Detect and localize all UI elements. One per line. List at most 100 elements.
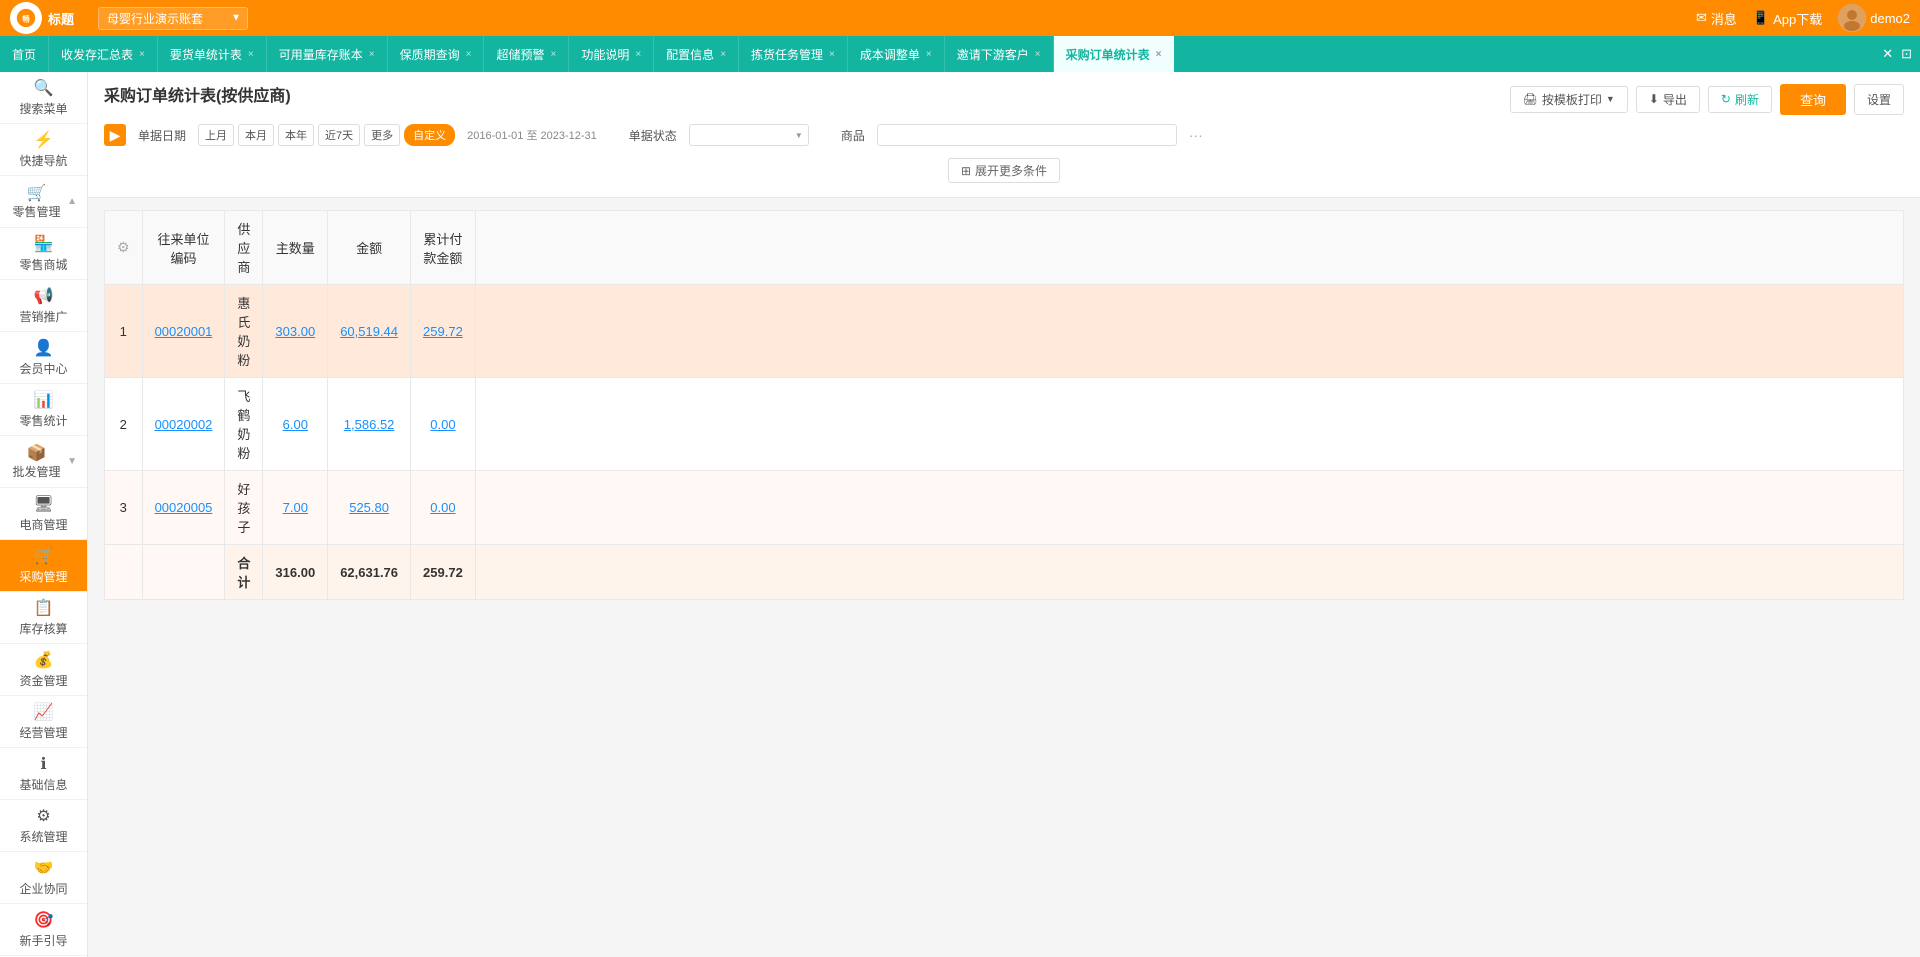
row-paid[interactable]: 259.72 bbox=[411, 285, 476, 378]
sidebar-item-system[interactable]: ⚙ 系统管理 bbox=[0, 800, 87, 852]
nav-expand-icon[interactable]: ⊡ bbox=[1901, 46, 1912, 62]
settings-button[interactable]: 设置 bbox=[1854, 84, 1904, 115]
col-header-settings: ⚙ bbox=[105, 211, 143, 285]
shortcut-7days[interactable]: 近7天 bbox=[318, 124, 360, 146]
chevron-up-icon: ▲ bbox=[67, 196, 77, 207]
svg-text:畅: 畅 bbox=[22, 15, 30, 24]
sidebar-wholesale-label: 批发管理 bbox=[13, 465, 61, 481]
sidebar-item-marketing[interactable]: 📢 营销推广 bbox=[0, 280, 87, 332]
row-supplier: 惠氏奶粉 bbox=[225, 285, 263, 378]
sidebar-item-guide[interactable]: 🎯 新手引导 bbox=[0, 904, 87, 956]
sidebar-item-shortcut[interactable]: ⚡ 快捷导航 bbox=[0, 124, 87, 176]
close-icon[interactable]: × bbox=[1156, 49, 1162, 60]
tab-invite-customer[interactable]: 邀请下游客户 × bbox=[945, 36, 1054, 72]
sidebar-item-wholesale[interactable]: 📦 批发管理 ▼ bbox=[0, 436, 87, 488]
row-qty[interactable]: 303.00 bbox=[263, 285, 328, 378]
row-paid[interactable]: 0.00 bbox=[411, 378, 476, 471]
col-paid-label: 累计付款金额 bbox=[423, 232, 462, 266]
enterprise-icon: 🤝 bbox=[34, 858, 54, 878]
tab-goods-stats[interactable]: 要货单统计表 × bbox=[158, 36, 267, 72]
tab-cost-adjust[interactable]: 成本调整单 × bbox=[848, 36, 945, 72]
tab-stock-summary[interactable]: 收发存汇总表 × bbox=[49, 36, 158, 72]
system-icon: ⚙ bbox=[36, 806, 50, 826]
footer-amount: 62,631.76 bbox=[328, 545, 411, 600]
row-amount[interactable]: 1,586.52 bbox=[328, 378, 411, 471]
row-code[interactable]: 00020001 bbox=[142, 285, 225, 378]
nav-tabs: 首页 收发存汇总表 × 要货单统计表 × 可用量库存账本 × 保质期查询 × 超… bbox=[0, 36, 1920, 72]
close-icon[interactable]: × bbox=[635, 49, 641, 60]
user-area[interactable]: demo2 bbox=[1838, 4, 1910, 32]
query-button[interactable]: 查询 bbox=[1780, 84, 1846, 115]
workspace-arrow-icon: ▼ bbox=[231, 13, 241, 24]
sidebar-item-retail-mgmt[interactable]: 🛒 零售管理 ▲ bbox=[0, 176, 87, 228]
export-button[interactable]: ⬇ 导出 bbox=[1636, 86, 1700, 113]
sidebar-item-ecommerce[interactable]: 🖥 电商管理 bbox=[0, 488, 87, 540]
close-icon[interactable]: × bbox=[926, 49, 932, 60]
nav-end-actions: ✕ ⊡ bbox=[1874, 36, 1920, 72]
sidebar-item-enterprise[interactable]: 🤝 企业协同 bbox=[0, 852, 87, 904]
sidebar-item-search[interactable]: 🔍 搜索菜单 bbox=[0, 72, 87, 124]
filter-toggle-button[interactable]: ▶ bbox=[104, 124, 126, 146]
sidebar-item-purchase[interactable]: 🛒 采购管理 bbox=[0, 540, 87, 592]
settings-icon[interactable]: ⚙ bbox=[117, 239, 130, 255]
row-amount[interactable]: 60,519.44 bbox=[328, 285, 411, 378]
nav-close-icon[interactable]: ✕ bbox=[1882, 46, 1893, 62]
tab-purchase-stats[interactable]: 采购订单统计表 × bbox=[1054, 36, 1175, 72]
sidebar-item-operations[interactable]: 📈 经营管理 bbox=[0, 696, 87, 748]
status-select[interactable] bbox=[689, 124, 809, 146]
shortcut-this-year[interactable]: 本年 bbox=[278, 124, 314, 146]
sidebar-item-finance[interactable]: 💰 资金管理 bbox=[0, 644, 87, 696]
close-icon[interactable]: × bbox=[369, 49, 375, 60]
template-print-button[interactable]: 🖨 按模板打印 ▼ bbox=[1510, 86, 1628, 113]
table-footer-row: 合计 316.00 62,631.76 259.72 bbox=[105, 545, 1904, 600]
tab-pick-task[interactable]: 拣货任务管理 × bbox=[739, 36, 848, 72]
row-qty[interactable]: 6.00 bbox=[263, 378, 328, 471]
tab-expiry[interactable]: 保质期查询 × bbox=[388, 36, 485, 72]
expand-more-btn[interactable]: ⊞ 展开更多条件 bbox=[948, 158, 1060, 183]
close-icon[interactable]: × bbox=[1035, 49, 1041, 60]
refresh-button[interactable]: ↻ 刷新 bbox=[1708, 86, 1772, 113]
tab-home[interactable]: 首页 bbox=[0, 36, 49, 72]
expand-icon: ⊞ bbox=[961, 164, 971, 178]
sidebar-retail-stats-label: 零售统计 bbox=[19, 414, 67, 430]
purchase-icon: 🛒 bbox=[34, 546, 54, 566]
close-icon[interactable]: × bbox=[550, 49, 556, 60]
sidebar-item-basic-info[interactable]: ℹ 基础信息 bbox=[0, 748, 87, 800]
tab-label: 超储预警 bbox=[496, 46, 544, 63]
tab-overstock[interactable]: 超储预警 × bbox=[484, 36, 569, 72]
close-icon[interactable]: × bbox=[248, 49, 254, 60]
workspace-selector[interactable]: 母婴行业演示账套 ▼ bbox=[98, 7, 248, 30]
sidebar-item-retail-mall[interactable]: 🏪 零售商城 bbox=[0, 228, 87, 280]
sidebar-search-label: 搜索菜单 bbox=[19, 102, 67, 118]
row-qty[interactable]: 7.00 bbox=[263, 471, 328, 545]
export-icon: ⬇ bbox=[1649, 92, 1659, 106]
close-icon[interactable]: × bbox=[829, 49, 835, 60]
goods-input[interactable] bbox=[877, 124, 1177, 146]
header-actions: 🖨 按模板打印 ▼ ⬇ 导出 ↻ 刷新 查询 bbox=[1510, 84, 1904, 115]
shortcut-last-month[interactable]: 上月 bbox=[198, 124, 234, 146]
shortcut-this-month[interactable]: 本月 bbox=[238, 124, 274, 146]
close-icon[interactable]: × bbox=[720, 49, 726, 60]
tab-function-desc[interactable]: 功能说明 × bbox=[569, 36, 654, 72]
app-download-btn[interactable]: 📱 App下载 bbox=[1753, 9, 1822, 28]
close-icon[interactable]: × bbox=[466, 49, 472, 60]
export-label: 导出 bbox=[1663, 91, 1687, 108]
sidebar-item-retail-stats[interactable]: 📊 零售统计 bbox=[0, 384, 87, 436]
message-btn[interactable]: ✉ 消息 bbox=[1696, 9, 1737, 28]
row-paid[interactable]: 0.00 bbox=[411, 471, 476, 545]
close-icon[interactable]: × bbox=[139, 49, 145, 60]
goods-more-icon[interactable]: ··· bbox=[1189, 127, 1203, 143]
shortcut-more[interactable]: 更多 bbox=[364, 124, 400, 146]
row-code[interactable]: 00020002 bbox=[142, 378, 225, 471]
row-code[interactable]: 00020005 bbox=[142, 471, 225, 545]
row-amount[interactable]: 525.80 bbox=[328, 471, 411, 545]
chevron-down-icon: ▼ bbox=[67, 456, 77, 467]
shortcut-custom[interactable]: 自定义 bbox=[404, 124, 455, 146]
print-icon: 🖨 bbox=[1523, 92, 1538, 106]
col-header-amount: 金额 bbox=[328, 211, 411, 285]
tab-available-stock[interactable]: 可用量库存账本 × bbox=[267, 36, 388, 72]
sidebar-item-stock-calc[interactable]: 📋 库存核算 bbox=[0, 592, 87, 644]
row-index: 2 bbox=[105, 378, 143, 471]
sidebar-item-member[interactable]: 👤 会员中心 bbox=[0, 332, 87, 384]
tab-config[interactable]: 配置信息 × bbox=[654, 36, 739, 72]
